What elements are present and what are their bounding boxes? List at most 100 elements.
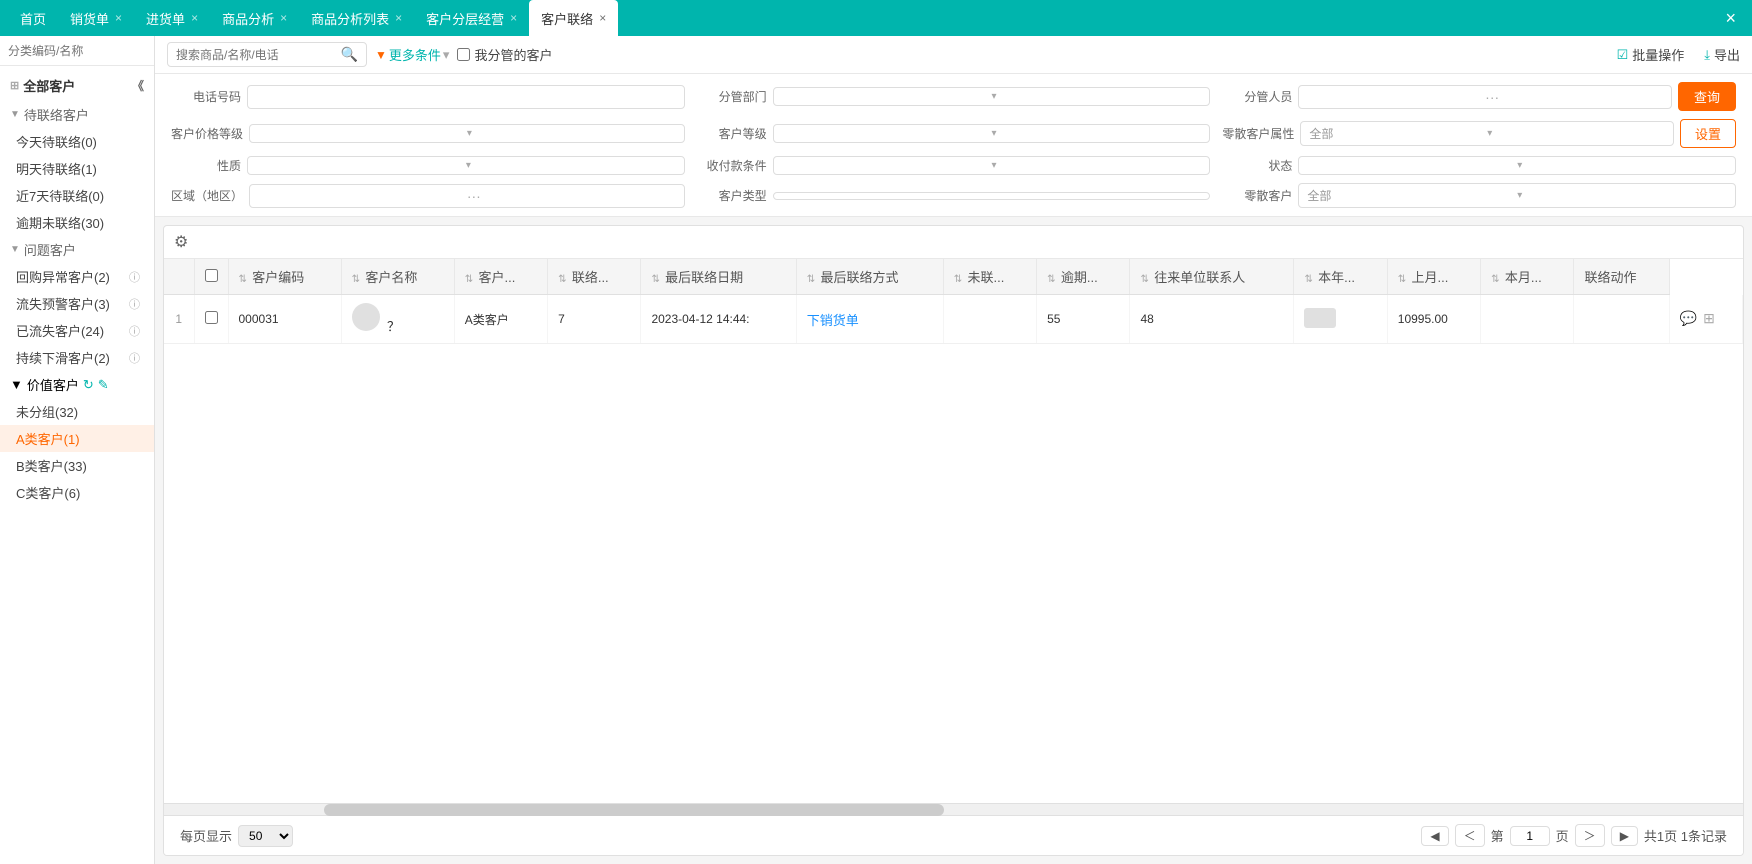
- refresh-value-icon[interactable]: ↻: [83, 377, 94, 393]
- sort-icon-company: ⇅: [1140, 274, 1148, 285]
- col-no-contact[interactable]: ⇅ 未联...: [943, 259, 1036, 295]
- person-select[interactable]: ···: [1298, 85, 1672, 109]
- col-customer-name[interactable]: ⇅ 客户名称: [341, 259, 454, 295]
- col-overdue[interactable]: ⇅ 逾期...: [1037, 259, 1130, 295]
- price-level-dropdown-icon: ▾: [467, 128, 676, 139]
- query-btn[interactable]: 查询: [1678, 82, 1736, 111]
- table-scroll-area[interactable]: ⇅ 客户编码 ⇅ 客户名称 ⇅ 客户...: [164, 259, 1743, 803]
- retail-cust-dropdown-icon: ▾: [1517, 190, 1727, 201]
- close-tab-product-list[interactable]: ×: [395, 11, 402, 25]
- close-tab-product-analysis[interactable]: ×: [280, 11, 287, 25]
- customer-level-field: 客户等级 ▾: [697, 124, 1211, 143]
- main-layout: 🔍 ⊞ 全部客户 《 ▼ 待联络客户 今天待联络(0) 明天待联络(1): [0, 36, 1752, 864]
- table-settings-icon[interactable]: ⚙: [174, 232, 188, 252]
- col-this-month[interactable]: ⇅ 本月...: [1481, 259, 1574, 295]
- export-icon: ⤓: [1704, 47, 1710, 63]
- sidebar-item-class-c[interactable]: C类客户(6): [0, 479, 154, 506]
- qr-action-icon[interactable]: ⊞: [1703, 310, 1715, 327]
- phone-field: 电话号码: [171, 85, 685, 109]
- customer-level-select[interactable]: ▾: [773, 124, 1211, 143]
- price-level-select[interactable]: ▾: [249, 124, 685, 143]
- col-customer-level[interactable]: ⇅ 客户...: [454, 259, 547, 295]
- customer-type-field: 客户类型: [697, 187, 1211, 204]
- dept-select[interactable]: ▾: [773, 87, 1211, 106]
- sort-icon-contact: ⇅: [558, 274, 566, 285]
- tab-sales-order[interactable]: 销货单 ×: [58, 0, 134, 36]
- last-page-btn[interactable]: ▶: [1611, 826, 1638, 846]
- main-search-icon[interactable]: 🔍: [341, 46, 358, 63]
- close-tab-segment[interactable]: ×: [510, 11, 517, 25]
- status-field: 状态 ▾: [1222, 156, 1736, 175]
- contact-method-link[interactable]: 下销货单: [807, 313, 859, 328]
- batch-ops-btn[interactable]: ☑ 批量操作: [1617, 45, 1685, 64]
- sidebar-item-today[interactable]: 今天待联络(0): [0, 128, 154, 155]
- data-table: ⇅ 客户编码 ⇅ 客户名称 ⇅ 客户...: [164, 259, 1743, 344]
- edit-value-icon[interactable]: ✎: [98, 377, 109, 393]
- close-tab-sales-order[interactable]: ×: [115, 11, 122, 25]
- sidebar-item-churn-warning[interactable]: 流失预警客户(3) ⓘ: [0, 290, 154, 317]
- sidebar-item-class-a[interactable]: A类客户(1): [0, 425, 154, 452]
- table-toolbar: ⚙: [164, 226, 1743, 259]
- retail-customer-select[interactable]: 全部 ▾: [1298, 183, 1736, 208]
- col-customer-code[interactable]: ⇅ 客户编码: [228, 259, 341, 295]
- col-last-contact-method[interactable]: ⇅ 最后联络方式: [796, 259, 943, 295]
- sidebar-problem-group[interactable]: ▼ 问题客户: [0, 236, 154, 263]
- phone-input[interactable]: [247, 85, 685, 109]
- select-all-checkbox[interactable]: [205, 269, 218, 282]
- customer-type-select[interactable]: [773, 192, 1211, 200]
- sidebar-item-churned[interactable]: 已流失客户(24) ⓘ: [0, 317, 154, 344]
- tab-product-analysis-list[interactable]: 商品分析列表 ×: [299, 0, 414, 36]
- sidebar-search-input[interactable]: [8, 44, 155, 58]
- tab-customer-contact[interactable]: 客户联络 ×: [529, 0, 618, 36]
- sidebar-item-class-b[interactable]: B类客户(33): [0, 452, 154, 479]
- tab-home[interactable]: 首页: [8, 0, 58, 36]
- page-size-select[interactable]: 50 100 200: [238, 825, 293, 847]
- row-last-contact-date: 2023-04-12 14:44:: [641, 295, 796, 344]
- filter-row-3: 性质 ▾ 收付款条件 ▾ 状态: [171, 156, 1736, 175]
- search-wrap: 🔍: [167, 42, 367, 67]
- row-num: 1: [164, 295, 194, 344]
- tab-customer-segment[interactable]: 客户分层经营 ×: [414, 0, 529, 36]
- close-tab-purchase[interactable]: ×: [191, 11, 198, 25]
- batch-ops-icon: ☑: [1617, 47, 1629, 63]
- sidebar-item-tomorrow[interactable]: 明天待联络(1): [0, 155, 154, 182]
- sidebar-pending-group[interactable]: ▼ 待联络客户: [0, 101, 154, 128]
- main-search-input[interactable]: [176, 48, 337, 62]
- close-tab-contact[interactable]: ×: [599, 11, 606, 25]
- sidebar-all-customers[interactable]: ⊞ 全部客户 《: [0, 70, 154, 101]
- retail-customer-field: 零散客户 全部 ▾: [1222, 183, 1736, 208]
- col-last-contact-date[interactable]: ⇅ 最后联络日期: [641, 259, 796, 295]
- my-customers-checkbox[interactable]: [457, 48, 470, 61]
- sidebar-item-ungrouped[interactable]: 未分组(32): [0, 398, 154, 425]
- tab-purchase-order[interactable]: 进货单 ×: [134, 0, 210, 36]
- col-company-contact[interactable]: ⇅ 往来单位联系人: [1130, 259, 1294, 295]
- sidebar-item-declining[interactable]: 持续下滑客户(2) ⓘ: [0, 344, 154, 371]
- retail-attr-select[interactable]: 全部 ▾: [1300, 121, 1674, 146]
- settings-btn[interactable]: 设置: [1680, 119, 1736, 148]
- col-this-year[interactable]: ⇅ 本年...: [1294, 259, 1387, 295]
- row-checkbox[interactable]: [205, 311, 218, 324]
- payment-select[interactable]: ▾: [773, 156, 1211, 175]
- next-page-btn[interactable]: ＞: [1575, 824, 1605, 847]
- sidebar-item-overdue[interactable]: 逾期未联络(30): [0, 209, 154, 236]
- customer-avatar: [352, 303, 380, 331]
- more-conditions-btn[interactable]: ▼ 更多条件 ▾: [375, 45, 449, 64]
- status-select[interactable]: ▾: [1298, 156, 1736, 175]
- sidebar-item-7days[interactable]: 近7天待联络(0): [0, 182, 154, 209]
- nature-select[interactable]: ▾: [247, 156, 685, 175]
- prev-page-btn[interactable]: ＜: [1455, 824, 1485, 847]
- page-number-input[interactable]: [1510, 826, 1550, 846]
- person-dots-icon: ···: [1485, 89, 1663, 105]
- first-page-btn[interactable]: ◀: [1421, 826, 1448, 846]
- sidebar-collapse-icon[interactable]: 《: [132, 77, 144, 94]
- chat-action-icon[interactable]: 💬: [1680, 310, 1697, 327]
- col-last-month[interactable]: ⇅ 上月...: [1387, 259, 1480, 295]
- region-select[interactable]: ···: [249, 184, 685, 208]
- scrollbar-thumb[interactable]: [324, 804, 944, 816]
- close-all-tabs-btn[interactable]: ×: [1717, 8, 1744, 29]
- col-contact-count[interactable]: ⇅ 联络...: [548, 259, 641, 295]
- tab-product-analysis[interactable]: 商品分析 ×: [210, 0, 299, 36]
- horizontal-scrollbar[interactable]: [164, 803, 1743, 815]
- export-btn[interactable]: ⤓ 导出: [1704, 45, 1740, 64]
- sidebar-item-rebuy-abnormal[interactable]: 回购异常客户(2) ⓘ: [0, 263, 154, 290]
